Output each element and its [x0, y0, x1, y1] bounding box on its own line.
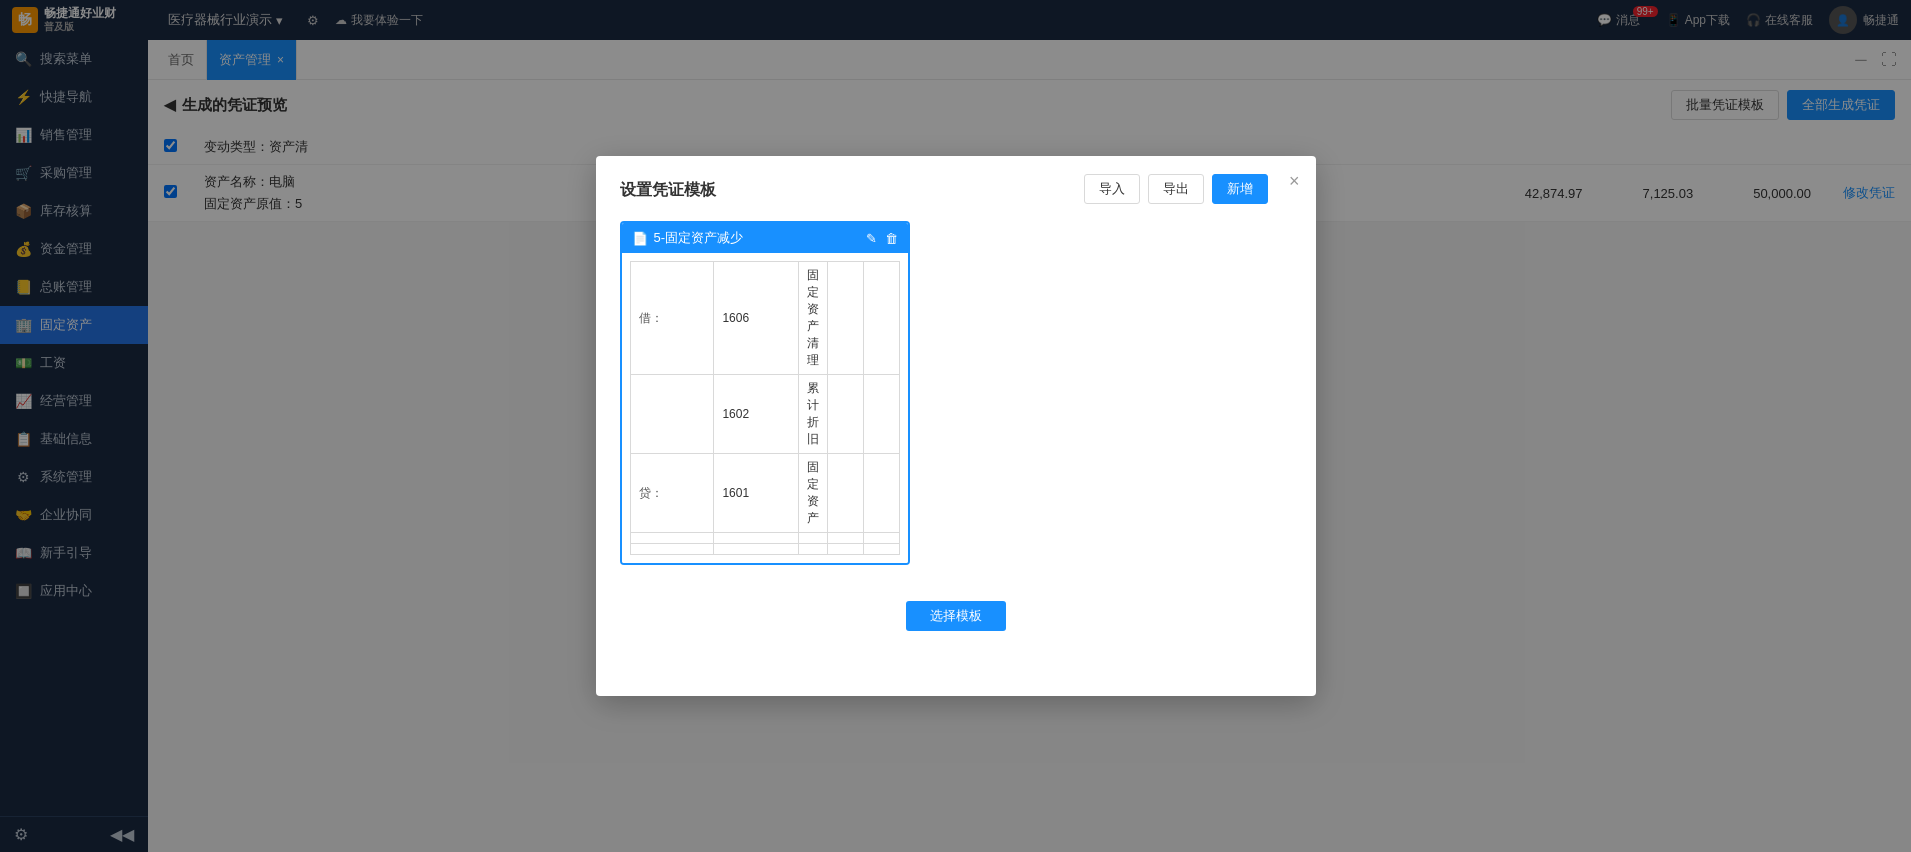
template-doc-icon: 📄 — [632, 231, 648, 246]
template-card-body: 借： 1606 固定资产清理 1602 累计折旧 — [622, 253, 908, 563]
entry-empty-1 — [863, 262, 899, 375]
entry-name-2: 固定资产 — [798, 454, 827, 533]
entry-name-1: 累计折旧 — [798, 375, 827, 454]
template-header-text: 5-固定资产减少 — [654, 229, 744, 247]
new-button[interactable]: 新增 — [1212, 174, 1268, 204]
template-card-title: 📄 5-固定资产减少 — [632, 229, 744, 247]
entry-type-3 — [630, 533, 714, 544]
modal-close-button[interactable]: × — [1289, 172, 1300, 190]
template-entry-row: 1602 累计折旧 — [630, 375, 899, 454]
entry-type-2: 贷： — [630, 454, 714, 533]
template-entry-row: 借： 1606 固定资产清理 — [630, 262, 899, 375]
modal-set-template: 设置凭证模板 导入 导出 新增 × 📄 5-固定资产减少 ✎ 🗑 — [596, 156, 1316, 696]
entry-empty-4 — [827, 454, 863, 533]
entry-empty-0 — [827, 262, 863, 375]
modal-content: 📄 5-固定资产减少 ✎ 🗑 借： 1606 固 — [620, 221, 1292, 565]
import-button[interactable]: 导入 — [1084, 174, 1140, 204]
select-template-button[interactable]: 选择模板 — [906, 601, 1006, 631]
template-entry-row: 贷： 1601 固定资产 — [630, 454, 899, 533]
export-button[interactable]: 导出 — [1148, 174, 1204, 204]
template-entries-table: 借： 1606 固定资产清理 1602 累计折旧 — [630, 261, 900, 555]
entry-code-1: 1602 — [714, 375, 798, 454]
entry-name-0: 固定资产清理 — [798, 262, 827, 375]
entry-empty-8 — [827, 544, 863, 555]
template-card-actions: ✎ 🗑 — [866, 231, 898, 246]
entry-type-1 — [630, 375, 714, 454]
modal-footer: 选择模板 — [620, 585, 1292, 631]
template-card: 📄 5-固定资产减少 ✎ 🗑 借： 1606 固 — [620, 221, 910, 565]
entry-code-4 — [714, 544, 798, 555]
entry-empty-3 — [863, 375, 899, 454]
entry-empty-5 — [863, 454, 899, 533]
entry-code-2: 1601 — [714, 454, 798, 533]
template-card-header: 📄 5-固定资产减少 ✎ 🗑 — [622, 223, 908, 253]
entry-name-4 — [798, 544, 827, 555]
entry-empty-2 — [827, 375, 863, 454]
modal-overlay: 设置凭证模板 导入 导出 新增 × 📄 5-固定资产减少 ✎ 🗑 — [0, 0, 1911, 852]
template-delete-icon[interactable]: 🗑 — [885, 231, 898, 246]
template-edit-icon[interactable]: ✎ — [866, 231, 877, 246]
entry-empty-6 — [827, 533, 863, 544]
template-entry-row — [630, 533, 899, 544]
entry-type-4 — [630, 544, 714, 555]
entry-name-3 — [798, 533, 827, 544]
modal-header-actions: 导入 导出 新增 — [1084, 174, 1268, 204]
entry-empty-7 — [863, 533, 899, 544]
entry-code-3 — [714, 533, 798, 544]
template-entry-row — [630, 544, 899, 555]
entry-empty-9 — [863, 544, 899, 555]
entry-code-0: 1606 — [714, 262, 798, 375]
entry-type-0: 借： — [630, 262, 714, 375]
